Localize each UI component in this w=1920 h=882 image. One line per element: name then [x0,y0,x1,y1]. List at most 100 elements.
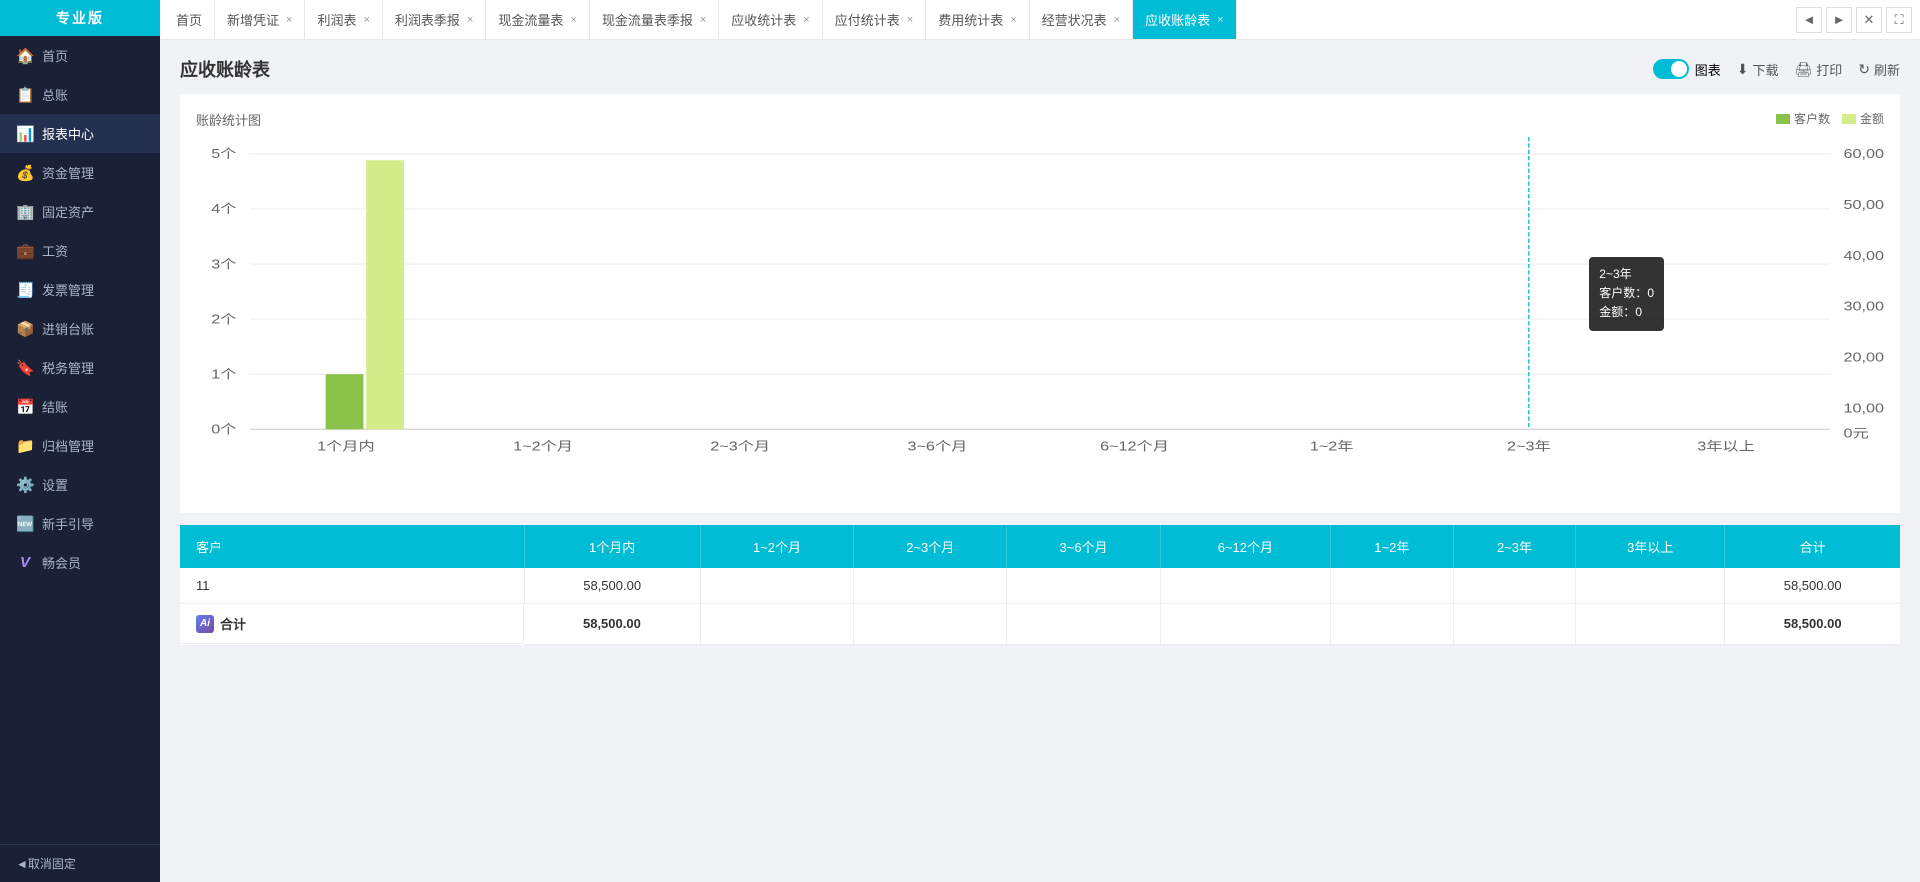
chart-title: 账龄统计图 [196,110,1884,129]
sidebar-item-salary[interactable]: 💼 工资 [0,231,160,270]
tab-profit-quarter-close[interactable]: × [467,14,473,26]
col-header-m6-12: 6~12个月 [1160,525,1330,568]
tab-profit[interactable]: 利润表 × [305,0,382,39]
cell-m1-2 [700,568,853,604]
sidebar-item-assets[interactable]: 🏢 固定资产 [0,192,160,231]
tab-cashflow-quarter[interactable]: 现金流量表季报 × [590,0,719,39]
tab-home[interactable]: 首页 [164,0,215,39]
tab-ar-stat-label: 应收统计表 [731,10,796,29]
refresh-button[interactable]: ↻ 刷新 [1858,60,1900,79]
tab-ap-stat-close[interactable]: × [907,14,913,26]
unpin-sidebar-button[interactable]: ◄取消固定 [0,844,160,882]
sidebar-label-report: 报表中心 [42,124,94,143]
sidebar-item-archive[interactable]: 📁 归档管理 [0,426,160,465]
total-y3plus [1576,604,1725,645]
col-header-total: 合计 [1725,525,1900,568]
tab-expense[interactable]: 费用统计表 × [926,0,1029,39]
tab-prev-button[interactable]: ◄ [1796,7,1822,33]
sidebar-item-sales[interactable]: 📦 进销台账 [0,309,160,348]
print-button[interactable]: 🖨 打印 [1794,60,1842,79]
sidebar: 专业版 🏠 首页 📋 总账 📊 报表中心 💰 资金管理 🏢 固定资产 💼 工资 … [0,0,160,882]
svg-text:50,000.00元: 50,000.00元 [1843,199,1884,213]
tab-ar-aging-close[interactable]: × [1217,14,1223,26]
svg-text:3年以上: 3年以上 [1697,439,1755,454]
page-header: 应收账龄表 图表 ⬇ 下载 🖨 打印 ↻ 刷新 [180,56,1900,82]
tab-expense-close[interactable]: × [1010,14,1016,26]
sidebar-item-settings[interactable]: ⚙️ 设置 [0,465,160,504]
tab-profit-quarter-label: 利润表季报 [395,10,460,29]
legend-customer: 客户数 [1776,110,1830,127]
funds-icon: 💰 [16,164,34,182]
cell-m1: 58,500.00 [524,568,700,604]
tab-next-button[interactable]: ► [1826,7,1852,33]
tab-profit-close[interactable]: × [363,14,369,26]
sidebar-item-guide[interactable]: 🆕 新手引导 [0,504,160,543]
sidebar-item-member[interactable]: V 畅会员 [0,543,160,582]
tab-cashflow-quarter-close[interactable]: × [700,14,706,26]
toggle-track[interactable] [1653,59,1689,79]
tab-ar-stat-close[interactable]: × [803,14,809,26]
tab-biz-status-close[interactable]: × [1114,14,1120,26]
total-m2-3 [854,604,1007,645]
cell-m6-12 [1160,568,1330,604]
col-header-m3-6: 3~6个月 [1007,525,1160,568]
tab-profit-label: 利润表 [317,10,356,29]
svg-text:0元: 0元 [1843,427,1868,441]
legend-customer-color [1776,114,1790,124]
tab-expense-label: 费用统计表 [938,10,1003,29]
tab-cashflow[interactable]: 现金流量表 × [486,0,589,39]
svg-text:3个: 3个 [211,257,237,272]
page-title: 应收账龄表 [180,56,1653,82]
refresh-icon: ↻ [1858,61,1870,78]
svg-text:20,000.00元: 20,000.00元 [1843,351,1884,365]
svg-text:6~12个月: 6~12个月 [1100,439,1169,454]
sidebar-item-ledger[interactable]: 📋 总账 [0,75,160,114]
tab-biz-status[interactable]: 经营状况表 × [1030,0,1133,39]
total-y1-2 [1331,604,1454,645]
toggle-label: 图表 [1695,60,1721,79]
tab-ar-stat[interactable]: 应收统计表 × [719,0,822,39]
assets-icon: 🏢 [16,203,34,221]
chart-svg: 5个 4个 3个 2个 1个 0个 60,000.00元 50,000.00元 … [196,137,1884,497]
settings-icon: ⚙️ [16,476,34,494]
tab-cashflow-label: 现金流量表 [498,10,563,29]
sidebar-label-ledger: 总账 [42,85,68,104]
tab-ar-aging[interactable]: 应收账龄表 × [1133,0,1236,39]
sidebar-item-tax[interactable]: 🔖 税务管理 [0,348,160,387]
sidebar-item-invoice[interactable]: 🧾 发票管理 [0,270,160,309]
svg-text:40,000.00元: 40,000.00元 [1843,249,1884,263]
download-button[interactable]: ⬇ 下载 [1737,60,1779,79]
tab-expand-button[interactable]: ⛶ [1886,7,1912,33]
sidebar-item-home[interactable]: 🏠 首页 [0,36,160,75]
table-header-row: 客户 1个月内 1~2个月 2~3个月 3~6个月 6~12个月 1~2年 2~… [180,525,1900,568]
chart-toggle[interactable]: 图表 [1653,59,1721,79]
sidebar-item-funds[interactable]: 💰 资金管理 [0,153,160,192]
cell-customer: 11 [180,568,524,604]
cell-m2-3 [854,568,1007,604]
svg-text:1~2个月: 1~2个月 [513,439,573,454]
svg-text:1~2年: 1~2年 [1310,439,1354,454]
chart-legend: 客户数 金额 [1776,110,1884,127]
tab-profit-quarter[interactable]: 利润表季报 × [383,0,486,39]
tab-controls: ◄ ► ✕ ⛶ [1796,7,1916,33]
sidebar-item-report[interactable]: 📊 报表中心 [0,114,160,153]
sidebar-item-close[interactable]: 📅 结账 [0,387,160,426]
col-header-customer: 客户 [180,525,524,568]
legend-customer-label: 客户数 [1794,110,1830,127]
data-table: 客户 1个月内 1~2个月 2~3个月 3~6个月 6~12个月 1~2年 2~… [180,525,1900,645]
total-total: 58,500.00 [1725,604,1900,645]
tab-voucher-close[interactable]: × [286,14,292,26]
sidebar-label-assets: 固定资产 [42,202,94,221]
tab-voucher[interactable]: 新增凭证 × [215,0,305,39]
svg-text:1个: 1个 [211,367,237,382]
unpin-label: ◄取消固定 [16,855,76,872]
download-icon: ⬇ [1737,61,1749,78]
page-content: 应收账龄表 图表 ⬇ 下载 🖨 打印 ↻ 刷新 [160,40,1920,882]
guide-icon: 🆕 [16,515,34,533]
toggle-thumb [1671,61,1687,77]
tab-ap-stat[interactable]: 应付统计表 × [823,0,926,39]
tab-cashflow-close[interactable]: × [570,14,576,26]
cell-y1-2 [1331,568,1454,604]
home-icon: 🏠 [16,47,34,65]
tab-close-all-button[interactable]: ✕ [1856,7,1882,33]
